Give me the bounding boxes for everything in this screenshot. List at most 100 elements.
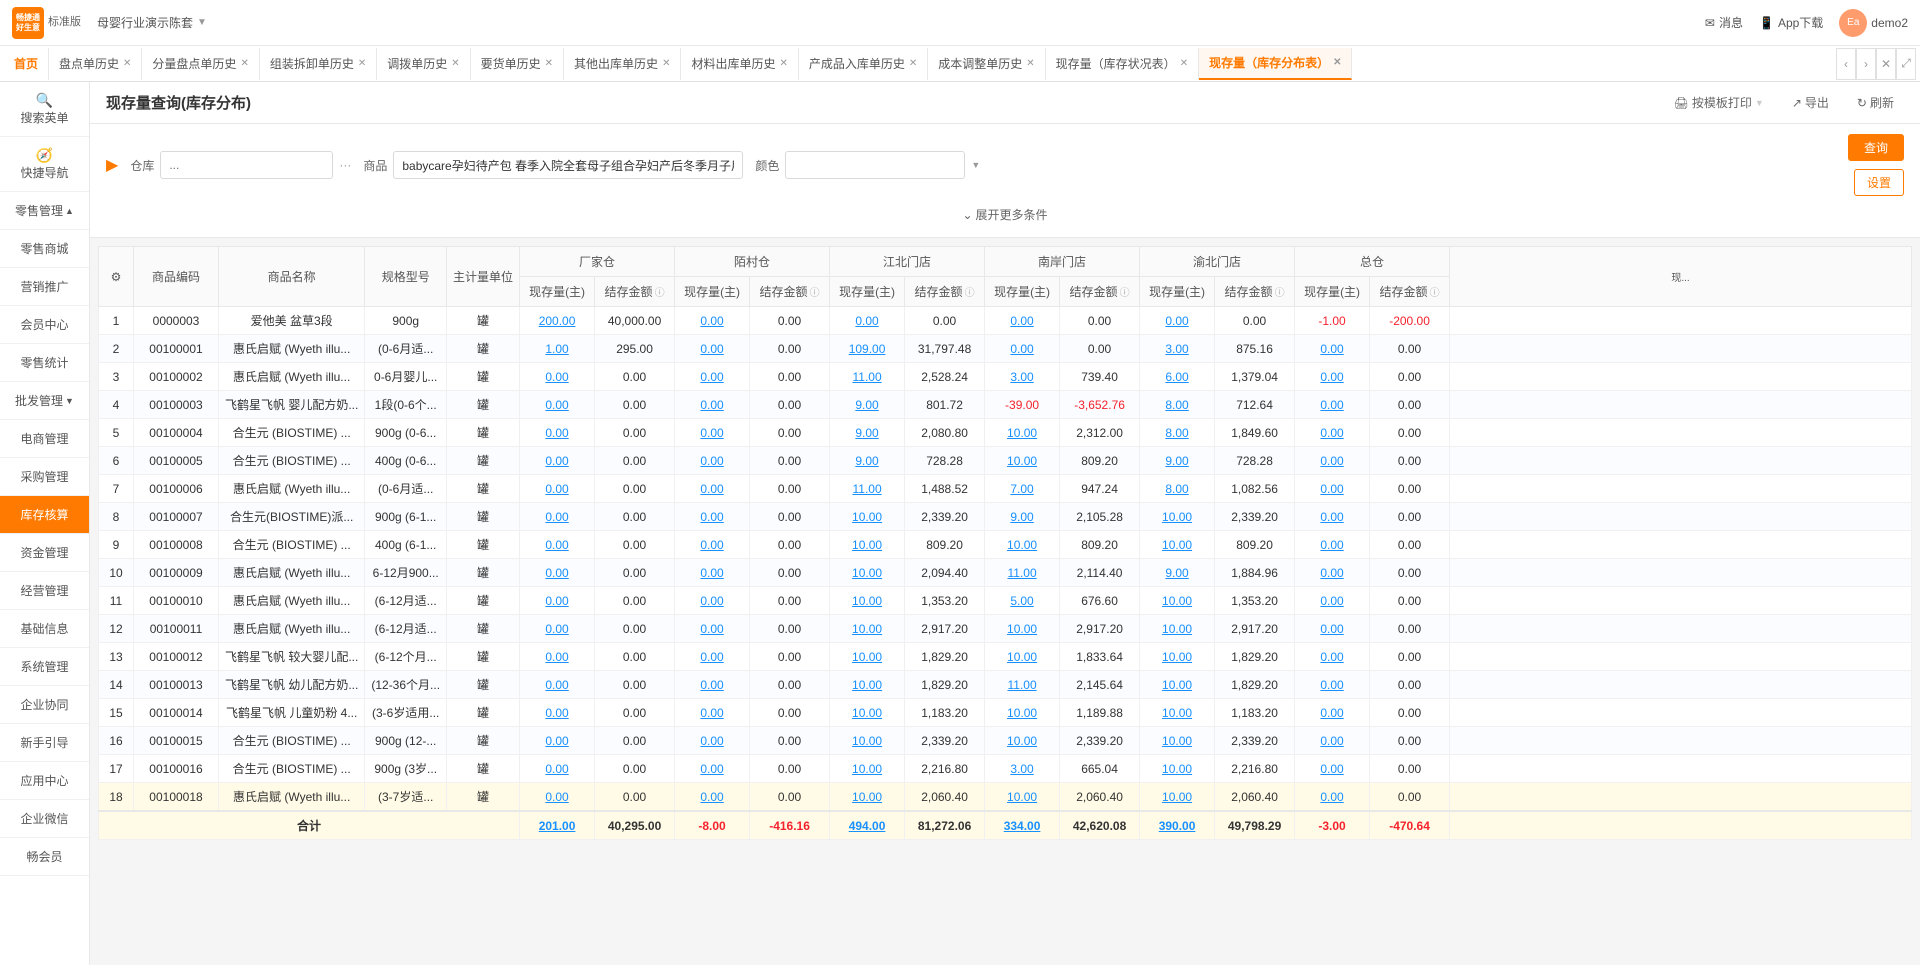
tab-transfer[interactable]: 调拨单历史 ✕ [377, 48, 470, 80]
cell-yb-qty[interactable]: 3.00 [1140, 335, 1215, 363]
tab-kit-disassembly[interactable]: 组装拆卸单历史 ✕ [260, 48, 377, 80]
cell-total-qty[interactable]: 0.00 [1295, 503, 1370, 531]
cell-fj-qty[interactable]: 0.00 [520, 699, 595, 727]
info-icon[interactable]: ⓘ [1275, 284, 1285, 299]
cell-na-qty[interactable]: 9.00 [985, 503, 1060, 531]
info-icon[interactable]: ⓘ [1120, 284, 1130, 299]
nav-prev-button[interactable]: ‹ [1836, 48, 1856, 80]
cell-jb-qty[interactable]: 10.00 [830, 783, 905, 812]
cell-yb-qty[interactable]: 10.00 [1140, 503, 1215, 531]
tab-production-in[interactable]: 产成品入库单历史 ✕ [799, 48, 928, 80]
cell-total-qty[interactable]: 0.00 [1295, 615, 1370, 643]
cell-yb-qty[interactable]: 10.00 [1140, 671, 1215, 699]
close-icon[interactable]: ✕ [358, 58, 366, 69]
cell-yb-qty[interactable]: 8.00 [1140, 391, 1215, 419]
cell-fj-qty[interactable]: 0.00 [520, 531, 595, 559]
setting-button[interactable]: 设置 [1854, 169, 1904, 196]
sidebar-item-purchase[interactable]: 采购管理 [0, 458, 89, 496]
cell-jb-qty[interactable]: 10.00 [830, 587, 905, 615]
tab-sub-inventory[interactable]: 分量盘点单历史 ✕ [142, 48, 259, 80]
cell-yb-qty[interactable]: 9.00 [1140, 447, 1215, 475]
summary-yb-qty[interactable]: 390.00 [1140, 811, 1215, 840]
cell-fj-qty[interactable]: 0.00 [520, 391, 595, 419]
cell-yb-qty[interactable]: 10.00 [1140, 755, 1215, 783]
sidebar-item-search[interactable]: 🔍 搜索英单 [0, 82, 89, 137]
sidebar-item-apps[interactable]: 应用中心 [0, 762, 89, 800]
cell-total-qty[interactable]: 0.00 [1295, 335, 1370, 363]
cell-na-qty[interactable]: 10.00 [985, 699, 1060, 727]
summary-total-qty[interactable]: -3.00 [1295, 811, 1370, 840]
sidebar-item-system[interactable]: 系统管理 [0, 648, 89, 686]
cell-fj-qty[interactable]: 0.00 [520, 559, 595, 587]
cell-na-qty[interactable]: 10.00 [985, 643, 1060, 671]
sidebar-item-marketing[interactable]: 营销推广 [0, 268, 89, 306]
cell-mc-qty[interactable]: 0.00 [675, 587, 750, 615]
cell-jb-qty[interactable]: 9.00 [830, 419, 905, 447]
cell-na-qty[interactable]: 3.00 [985, 755, 1060, 783]
cell-fj-qty[interactable]: 0.00 [520, 643, 595, 671]
sidebar-item-ecommerce[interactable]: 电商管理 [0, 420, 89, 458]
cell-yb-qty[interactable]: 10.00 [1140, 643, 1215, 671]
sidebar-item-retail-stats[interactable]: 零售统计 [0, 344, 89, 382]
sidebar-item-wholesale[interactable]: 批发管理 ▼ [0, 382, 89, 420]
cell-jb-qty[interactable]: 9.00 [830, 447, 905, 475]
cell-jb-qty[interactable]: 10.00 [830, 643, 905, 671]
summary-mc-qty[interactable]: -8.00 [675, 811, 750, 840]
cell-total-qty[interactable]: 0.00 [1295, 391, 1370, 419]
cell-na-qty[interactable]: -39.00 [985, 391, 1060, 419]
cell-jb-qty[interactable]: 11.00 [830, 475, 905, 503]
cell-yb-qty[interactable]: 10.00 [1140, 587, 1215, 615]
cell-na-qty[interactable]: 10.00 [985, 531, 1060, 559]
cell-fj-qty[interactable]: 0.00 [520, 615, 595, 643]
close-icon[interactable]: ✕ [779, 58, 787, 69]
sidebar-item-members2[interactable]: 畅会员 [0, 838, 89, 876]
cell-fj-qty[interactable]: 0.00 [520, 755, 595, 783]
cell-mc-qty[interactable]: 0.00 [675, 475, 750, 503]
close-icon[interactable]: ✕ [1333, 57, 1341, 68]
info-icon[interactable]: ⓘ [965, 284, 975, 299]
cell-mc-qty[interactable]: 0.00 [675, 419, 750, 447]
close-icon[interactable]: ✕ [1026, 58, 1034, 69]
close-icon[interactable]: ✕ [123, 58, 131, 69]
cell-na-qty[interactable]: 10.00 [985, 727, 1060, 755]
close-icon[interactable]: ✕ [1180, 58, 1188, 69]
cell-total-qty[interactable]: 0.00 [1295, 363, 1370, 391]
cell-jb-qty[interactable]: 10.00 [830, 671, 905, 699]
sidebar-item-wechat[interactable]: 企业微信 [0, 800, 89, 838]
cell-yb-qty[interactable]: 9.00 [1140, 559, 1215, 587]
cell-mc-qty[interactable]: 0.00 [675, 671, 750, 699]
cell-na-qty[interactable]: 11.00 [985, 559, 1060, 587]
refresh-button[interactable]: ↻ 刷新 [1847, 90, 1904, 115]
warehouse-ellipsis[interactable]: ··· [339, 158, 351, 172]
cell-jb-qty[interactable]: 10.00 [830, 699, 905, 727]
cell-fj-qty[interactable]: 0.00 [520, 727, 595, 755]
cell-na-qty[interactable]: 11.00 [985, 671, 1060, 699]
cell-mc-qty[interactable]: 0.00 [675, 447, 750, 475]
info-icon[interactable]: ⓘ [1430, 284, 1440, 299]
cell-fj-qty[interactable]: 0.00 [520, 475, 595, 503]
cell-jb-qty[interactable]: 10.00 [830, 559, 905, 587]
cell-mc-qty[interactable]: 0.00 [675, 755, 750, 783]
sidebar-item-nav[interactable]: 🧭 快捷导航 [0, 137, 89, 192]
summary-na-qty[interactable]: 334.00 [985, 811, 1060, 840]
cell-total-qty[interactable]: 0.00 [1295, 559, 1370, 587]
app-download-button[interactable]: 📱 App下载 [1759, 14, 1823, 31]
cell-fj-qty[interactable]: 0.00 [520, 419, 595, 447]
cell-fj-qty[interactable]: 0.00 [520, 447, 595, 475]
cell-mc-qty[interactable]: 0.00 [675, 699, 750, 727]
cell-jb-qty[interactable]: 10.00 [830, 531, 905, 559]
tab-cost-adjust[interactable]: 成本调整单历史 ✕ [928, 48, 1045, 80]
cell-jb-qty[interactable]: 10.00 [830, 503, 905, 531]
cell-jb-qty[interactable]: 109.00 [830, 335, 905, 363]
cell-mc-qty[interactable]: 0.00 [675, 615, 750, 643]
cell-mc-qty[interactable]: 0.00 [675, 307, 750, 335]
cell-yb-qty[interactable]: 10.00 [1140, 727, 1215, 755]
close-icon[interactable]: ✕ [909, 58, 917, 69]
cell-na-qty[interactable]: 3.00 [985, 363, 1060, 391]
cell-yb-qty[interactable]: 10.00 [1140, 699, 1215, 727]
industry-selector[interactable]: 母婴行业演示陈套 ▼ [97, 14, 207, 31]
tab-material-out[interactable]: 材料出库单历史 ✕ [681, 48, 798, 80]
sidebar-item-retail[interactable]: 零售管理 ▲ [0, 192, 89, 230]
cell-mc-qty[interactable]: 0.00 [675, 727, 750, 755]
close-icon[interactable]: ✕ [451, 58, 459, 69]
